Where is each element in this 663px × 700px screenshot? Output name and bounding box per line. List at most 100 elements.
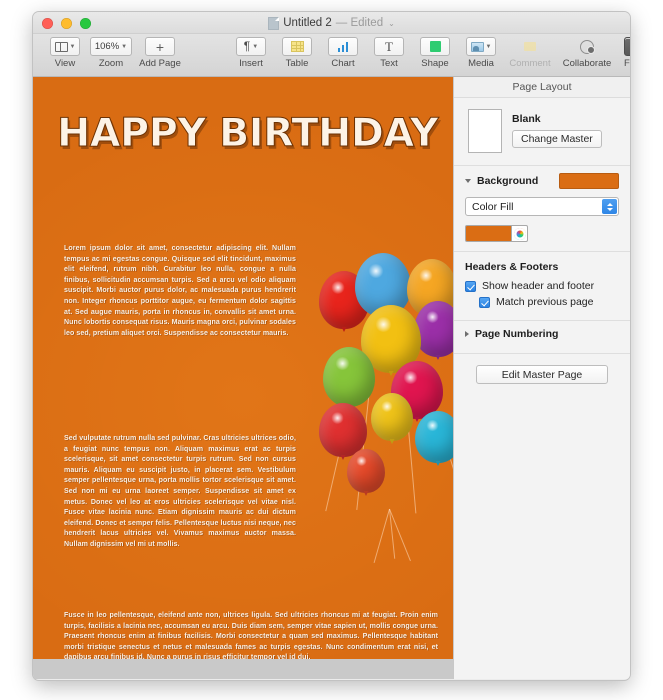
chevron-down-icon: ▼ <box>121 43 128 50</box>
background-fill-type-select[interactable]: Color Fill <box>465 197 619 216</box>
media-button[interactable]: ▼ Media <box>458 34 504 69</box>
media-button-label: Media <box>468 58 494 69</box>
text-box-icon: T <box>385 39 393 54</box>
table-button[interactable]: Table <box>274 34 320 69</box>
master-page-details: Blank Change Master <box>512 109 602 148</box>
shape-button[interactable]: Shape <box>412 34 458 69</box>
disclosure-triangle-down-icon[interactable] <box>465 179 471 183</box>
collaborate-icon <box>580 39 595 54</box>
chart-button-label: Chart <box>331 58 355 69</box>
edited-status-label: — Edited <box>335 17 384 29</box>
insert-button[interactable]: ¶ ▼ Insert <box>228 34 274 69</box>
text-button[interactable]: T Text <box>366 34 412 69</box>
headers-footers-section-label: Headers & Footers <box>465 261 559 273</box>
toolbar-group-left: ▼ View 106% ▼ Zoom + Add Page <box>33 34 186 69</box>
document-canvas[interactable]: HAPPY BIRTHDAY Lorem ipsum dolor sit ame… <box>33 77 453 679</box>
pages-app-window: Untitled 2 — Edited ⌄ ▼ View 106% ▼ Zoom <box>33 12 630 680</box>
format-button-label: Format <box>623 58 630 69</box>
format-button[interactable]: ✎ Format <box>618 34 630 69</box>
add-page-button-label: Add Page <box>139 58 181 69</box>
page-numbering-section-label: Page Numbering <box>475 328 559 340</box>
chevron-down-icon: ▼ <box>485 43 492 50</box>
bar-chart-icon <box>337 41 349 52</box>
show-header-footer-label: Show header and footer <box>482 280 595 292</box>
media-image-icon <box>470 41 484 52</box>
color-wheel-button[interactable] <box>511 225 528 242</box>
master-page-thumbnail[interactable] <box>468 109 502 153</box>
color-wheel-icon <box>513 227 526 240</box>
comment-button-label: Comment <box>509 58 551 69</box>
insert-button-label: Insert <box>239 58 263 69</box>
toolbar-group-right: Collaborate ✎ Format Document <box>556 34 630 69</box>
window-titlebar[interactable]: Untitled 2 — Edited ⌄ <box>33 12 630 34</box>
match-previous-page-label: Match previous page <box>496 296 594 308</box>
shape-button-label: Shape <box>421 58 449 69</box>
collaborate-button-label: Collaborate <box>562 58 612 69</box>
chart-button[interactable]: Chart <box>320 34 366 69</box>
sidebar-header-title: Page Layout <box>454 77 630 98</box>
zoom-button[interactable]: 106% ▼ Zoom <box>88 34 134 69</box>
background-color-preview-swatch[interactable] <box>559 173 619 189</box>
title-chevron-down-icon[interactable]: ⌄ <box>388 19 395 28</box>
birthday-balloons-photo[interactable] <box>319 253 453 583</box>
document-file-icon <box>268 16 280 30</box>
change-master-button[interactable]: Change Master <box>512 130 602 148</box>
background-section-label: Background <box>477 175 539 187</box>
view-panel-icon <box>54 41 68 52</box>
page-numbering-section-header[interactable]: Page Numbering <box>454 321 630 345</box>
balloon-cyan <box>415 411 453 463</box>
zoom-level-value: 106% <box>94 41 120 52</box>
body-paragraph-1[interactable]: Lorem ipsum dolor sit amet, consectetur … <box>64 243 296 338</box>
match-previous-page-row[interactable]: Match previous page <box>454 294 630 310</box>
text-button-label: Text <box>380 58 398 69</box>
main-toolbar: ▼ View 106% ▼ Zoom + Add Page ¶ ▼ Insert… <box>33 34 630 77</box>
window-title: Untitled 2 <box>283 17 332 29</box>
body-paragraph-2[interactable]: Sed vulputate rutrum nulla sed pulvinar.… <box>64 433 296 550</box>
comment-button: Comment <box>504 34 556 69</box>
background-section-header[interactable]: Background <box>454 166 630 194</box>
format-inspector-sidebar: Page Layout Blank Change Master Backgrou… <box>453 77 630 679</box>
chevron-down-icon: ▼ <box>69 43 76 50</box>
show-header-footer-row[interactable]: Show header and footer <box>454 278 630 294</box>
table-icon <box>290 41 304 52</box>
window-body: HAPPY BIRTHDAY Lorem ipsum dolor sit ame… <box>33 77 630 679</box>
toolbar-group-insert: ¶ ▼ Insert Table Chart T Text Shape ▼ Me… <box>186 34 556 69</box>
edit-master-page-button[interactable]: Edit Master Page <box>476 365 608 384</box>
page-title[interactable]: HAPPY BIRTHDAY <box>56 114 445 154</box>
comment-icon <box>524 42 536 51</box>
balloon-red-low <box>319 403 367 457</box>
balloon-string <box>373 508 390 563</box>
view-button-label: View <box>54 58 76 69</box>
zoom-window-button[interactable] <box>80 18 91 29</box>
edit-master-page-row: Edit Master Page <box>454 354 630 384</box>
window-title-group: Untitled 2 — Edited ⌄ <box>33 12 630 34</box>
chevron-down-icon: ▼ <box>252 43 259 50</box>
minimize-window-button[interactable] <box>61 18 72 29</box>
body-paragraph-3[interactable]: Fusce in leo pellentesque, eleifend ante… <box>64 610 438 659</box>
show-header-footer-checkbox[interactable] <box>465 280 476 292</box>
master-page-row: Blank Change Master <box>454 98 630 165</box>
balloon-yellow-low <box>371 393 413 441</box>
master-page-name: Blank <box>512 113 541 125</box>
collaborate-button[interactable]: Collaborate <box>556 34 618 69</box>
balloon-green <box>323 347 375 407</box>
shape-icon <box>429 41 441 52</box>
plus-icon: + <box>155 38 165 55</box>
arrow-up-icon <box>606 202 613 206</box>
disclosure-triangle-right-icon[interactable] <box>465 331 469 337</box>
background-fill-color-row <box>454 223 630 251</box>
traffic-light-buttons[interactable] <box>42 18 91 29</box>
arrow-down-icon <box>606 207 613 211</box>
balloon-red-bottom <box>347 449 385 493</box>
stepper-arrows-icon[interactable] <box>602 199 617 214</box>
zoom-button-label: Zoom <box>98 58 124 69</box>
document-page[interactable]: HAPPY BIRTHDAY Lorem ipsum dolor sit ame… <box>33 77 453 659</box>
background-fill-type-value: Color Fill <box>472 200 514 213</box>
match-previous-page-checkbox[interactable] <box>479 296 490 308</box>
fill-color-swatch[interactable] <box>465 225 511 242</box>
paragraph-icon: ¶ <box>243 39 251 53</box>
close-window-button[interactable] <box>42 18 53 29</box>
table-button-label: Table <box>285 58 309 69</box>
view-button[interactable]: ▼ View <box>42 34 88 69</box>
add-page-button[interactable]: + Add Page <box>134 34 186 69</box>
